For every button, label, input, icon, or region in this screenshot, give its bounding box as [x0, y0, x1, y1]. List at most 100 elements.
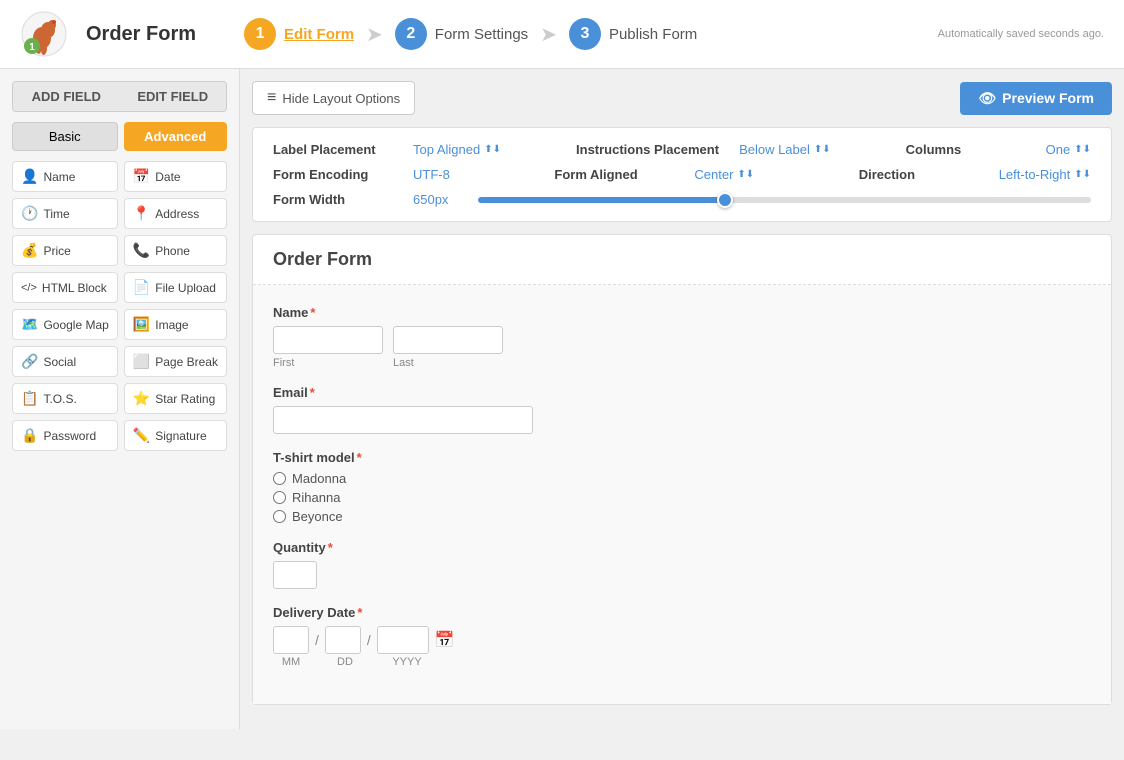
time-field-icon: 🕐	[21, 205, 38, 222]
field-btn-star-rating[interactable]: ⭐Star Rating	[124, 383, 227, 414]
address-field-icon: 📍	[133, 205, 150, 222]
layout-icon: ≡	[267, 89, 276, 107]
google-map-field-icon: 🗺️	[21, 316, 38, 333]
field-btn-google-map[interactable]: 🗺️Google Map	[12, 309, 118, 340]
form-width-slider[interactable]	[478, 197, 1091, 203]
field-btn-name[interactable]: 👤Name	[12, 161, 118, 192]
radio-beyonce-input[interactable]	[273, 510, 286, 523]
direction-arrow: ⬆⬇	[1074, 169, 1091, 180]
field-btn-password[interactable]: 🔒Password	[12, 420, 118, 451]
price-field-icon: 💰	[21, 242, 38, 259]
radio-rihanna[interactable]: Rihanna	[273, 490, 1091, 505]
app-title: Order Form	[86, 23, 196, 46]
field-btn-price[interactable]: 💰Price	[12, 235, 118, 266]
radio-rihanna-input[interactable]	[273, 491, 286, 504]
form-field-tshirt: T-shirt model* Madonna Rihanna	[273, 450, 1091, 524]
field-btn-tos[interactable]: 📋T.O.S.	[12, 383, 118, 414]
instructions-placement-select[interactable]: Below Label ⬆⬇	[739, 142, 831, 157]
date-dd-input[interactable]	[325, 626, 361, 654]
step-3-circle: 3	[569, 18, 601, 50]
label-placement-label: Label Placement	[273, 142, 393, 157]
basic-btn[interactable]: Basic	[12, 122, 118, 151]
date-yyyy-input[interactable]	[377, 626, 429, 654]
form-title-bar: Order Form	[253, 235, 1111, 285]
direction-value: Left-to-Right	[999, 167, 1071, 182]
form-aligned-select[interactable]: Center ⬆⬇	[694, 167, 754, 182]
steps-nav: 1 Edit Form ➤ 2 Form Settings ➤ 3 Publis…	[244, 18, 697, 50]
field-btn-date[interactable]: 📅Date	[124, 161, 227, 192]
name-field-label: Name*	[273, 305, 1091, 320]
field-btn-image[interactable]: 🖼️Image	[124, 309, 227, 340]
step-3-label: Publish Form	[609, 26, 697, 43]
instructions-placement-label: Instructions Placement	[576, 142, 719, 157]
instructions-placement-arrow: ⬆⬇	[814, 144, 831, 155]
field-btn-phone[interactable]: 📞Phone	[124, 235, 227, 266]
date-inputs: / / 📅	[273, 626, 1091, 654]
field-btn-address[interactable]: 📍Address	[124, 198, 227, 229]
form-width-value: 650px	[413, 192, 448, 207]
field-btn-signature[interactable]: ✏️Signature	[124, 420, 227, 451]
step-2-circle: 2	[395, 18, 427, 50]
date-picker-icon[interactable]: 📅	[435, 630, 455, 650]
svg-text:1: 1	[29, 42, 35, 53]
app-logo: 1	[20, 10, 68, 58]
date-mm-label: MM	[273, 656, 309, 668]
layout-row-1: Label Placement Top Aligned ⬆⬇ Instructi…	[273, 142, 1091, 157]
quantity-required-star: *	[328, 540, 333, 555]
last-sublabel: Last	[393, 357, 503, 369]
columns-value: One	[1046, 142, 1071, 157]
step-arrow-2: ➤	[540, 22, 557, 47]
layout-row-2: Form Encoding UTF-8 Form Aligned Center …	[273, 167, 1091, 182]
eye-icon: 👁	[978, 90, 996, 107]
quantity-input[interactable]	[273, 561, 317, 589]
radio-rihanna-label: Rihanna	[292, 490, 340, 505]
radio-beyonce-label: Beyonce	[292, 509, 343, 524]
tshirt-field-label: T-shirt model*	[273, 450, 1091, 465]
label-placement-select[interactable]: Top Aligned ⬆⬇	[413, 142, 501, 157]
preview-form-button[interactable]: 👁 Preview Form	[960, 82, 1112, 115]
radio-madonna-input[interactable]	[273, 472, 286, 485]
tab-edit-field[interactable]: EDIT FIELD	[120, 82, 227, 111]
columns-select[interactable]: One ⬆⬇	[1046, 142, 1091, 157]
step-1-circle: 1	[244, 18, 276, 50]
radio-beyonce[interactable]: Beyonce	[273, 509, 1091, 524]
radio-madonna[interactable]: Madonna	[273, 471, 1091, 486]
auto-save-text: Automatically saved seconds ago.	[938, 28, 1104, 40]
field-btn-time[interactable]: 🕐Time	[12, 198, 118, 229]
step-1-label: Edit Form	[284, 26, 354, 43]
sidebar: ADD FIELD EDIT FIELD Basic Advanced 👤Nam…	[0, 69, 240, 729]
main-content: ≡ Hide Layout Options 👁 Preview Form Lab…	[240, 69, 1124, 729]
radio-madonna-label: Madonna	[292, 471, 346, 486]
field-btn-page-break[interactable]: ⬜Page Break	[124, 346, 227, 377]
delivery-date-required-star: *	[357, 605, 362, 620]
image-field-icon: 🖼️	[133, 316, 150, 333]
date-sep-2: /	[367, 632, 371, 648]
form-aligned-arrow: ⬆⬇	[737, 169, 754, 180]
field-btn-html-block[interactable]: </>HTML Block	[12, 272, 118, 303]
name-field-icon: 👤	[21, 168, 38, 185]
quantity-field-label: Quantity*	[273, 540, 1091, 555]
delivery-date-label: Delivery Date*	[273, 605, 1091, 620]
field-btn-social[interactable]: 🔗Social	[12, 346, 118, 377]
step-2[interactable]: 2 Form Settings	[395, 18, 528, 50]
tshirt-radio-group: Madonna Rihanna Beyonce	[273, 471, 1091, 524]
file-upload-field-icon: 📄	[133, 279, 150, 296]
email-input[interactable]	[273, 406, 533, 434]
step-3[interactable]: 3 Publish Form	[569, 18, 697, 50]
tab-add-field[interactable]: ADD FIELD	[13, 82, 120, 111]
hide-layout-button[interactable]: ≡ Hide Layout Options	[252, 81, 415, 115]
step-2-label: Form Settings	[435, 26, 528, 43]
form-encoding-label: Form Encoding	[273, 167, 393, 182]
label-placement-value: Top Aligned	[413, 142, 480, 157]
kangaroo-logo-icon: 1	[20, 10, 68, 58]
step-1[interactable]: 1 Edit Form	[244, 18, 354, 50]
first-name-input[interactable]	[273, 326, 383, 354]
first-sublabel: First	[273, 357, 383, 369]
direction-select[interactable]: Left-to-Right ⬆⬇	[999, 167, 1091, 182]
last-name-input[interactable]	[393, 326, 503, 354]
form-aligned-label: Form Aligned	[554, 167, 674, 182]
date-mm-input[interactable]	[273, 626, 309, 654]
field-btn-file-upload[interactable]: 📄File Upload	[124, 272, 227, 303]
form-body: Name* First Last	[253, 285, 1111, 704]
advanced-btn[interactable]: Advanced	[124, 122, 228, 151]
